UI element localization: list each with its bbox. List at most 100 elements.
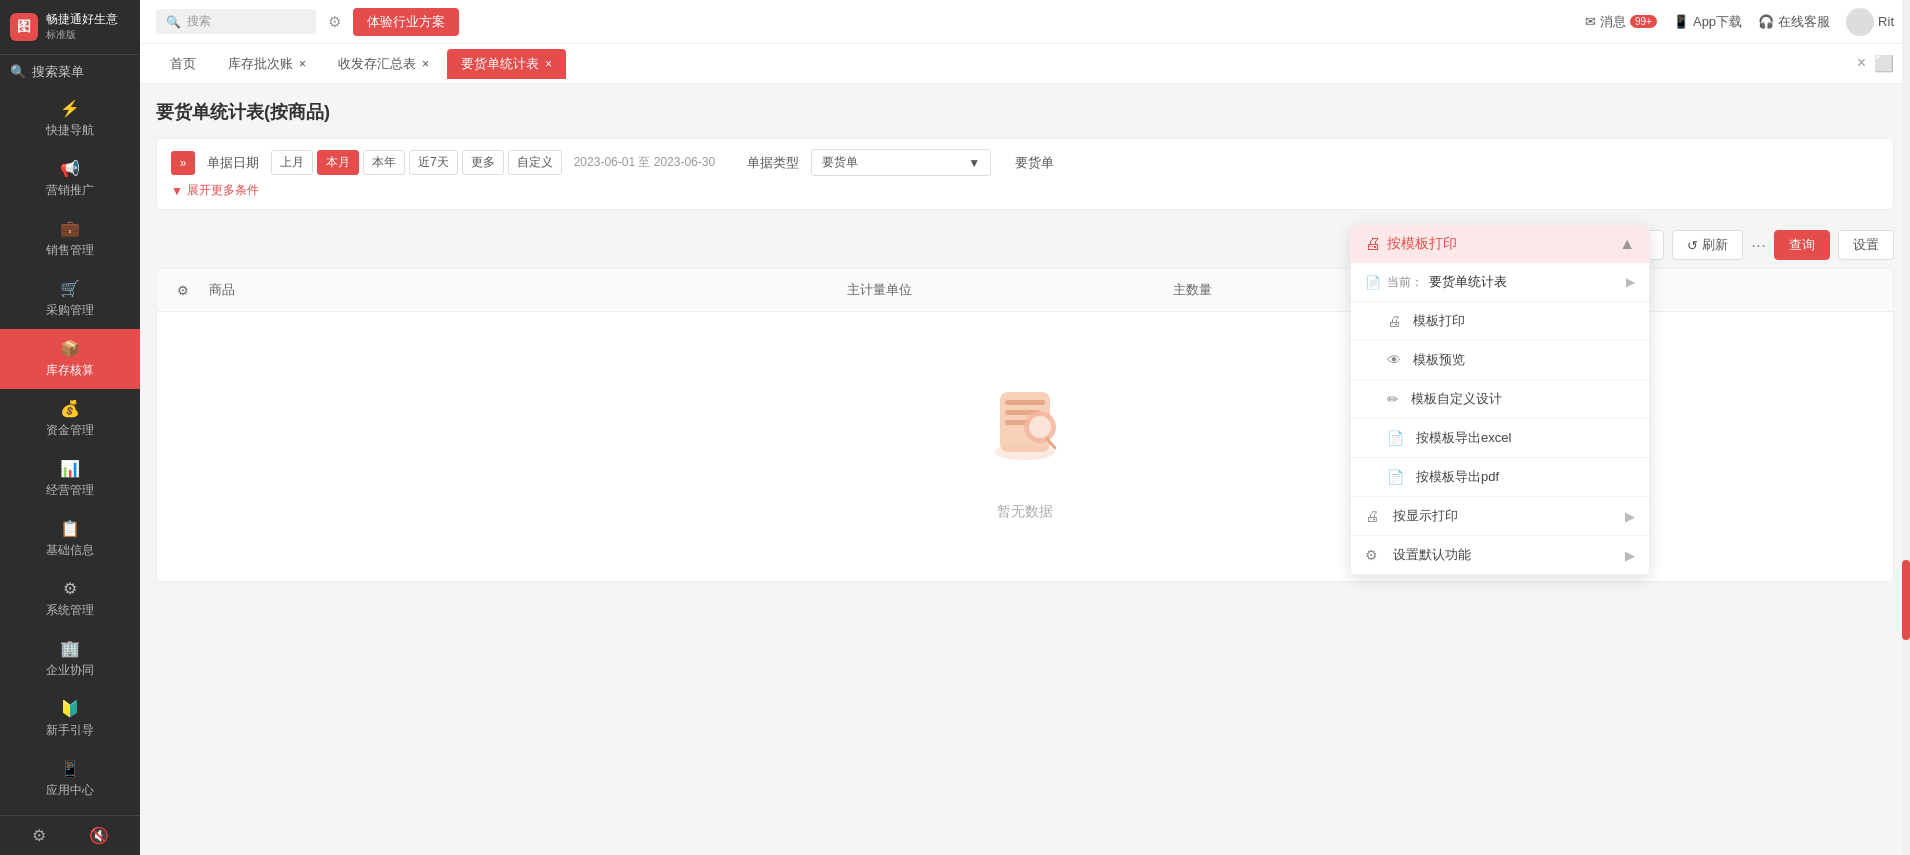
th-setting[interactable]: ⚙ — [169, 277, 201, 304]
sidebar-item-app-center[interactable]: 📱 应用中心 — [0, 749, 140, 809]
dropdown-item-template-print[interactable]: 🖨 模板打印 — [1351, 302, 1649, 341]
expand-more-button[interactable]: ▼ 展开更多条件 — [171, 182, 1879, 199]
user-name: Rit — [1878, 14, 1894, 29]
display-print-icon: 🖨 — [1365, 508, 1385, 524]
online-service-button[interactable]: 🎧 在线客服 — [1758, 13, 1830, 31]
trial-button[interactable]: 体验行业方案 — [353, 8, 459, 36]
template-custom-label: 模板自定义设计 — [1411, 390, 1502, 408]
sidebar-item-guide[interactable]: 🔰 新手引导 — [0, 689, 140, 749]
query-button[interactable]: 查询 — [1774, 230, 1830, 260]
window-close-button[interactable]: × — [1857, 54, 1866, 73]
expand-more-icon: ▼ — [171, 184, 183, 198]
export-excel-label: 按模板导出excel — [1416, 429, 1511, 447]
svg-point-6 — [1029, 416, 1051, 438]
sidebar-item-marketing[interactable]: 📢 营销推广 — [0, 149, 140, 209]
dots-button[interactable]: ··· — [1751, 235, 1766, 256]
logo-text-block: 畅捷通好生意 标准版 — [46, 12, 118, 42]
sidebar-nav: ⚡ 快捷导航 📢 营销推广 💼 销售管理 🛒 采购管理 📦 库存核算 💰 资金管… — [0, 89, 140, 815]
refresh-button[interactable]: ↺ 刷新 — [1672, 230, 1743, 260]
default-func-label: 设置默认功能 — [1393, 546, 1471, 564]
app-download-button[interactable]: 📱 App下载 — [1673, 13, 1742, 31]
refresh-label: 刷新 — [1702, 236, 1728, 254]
tab-home[interactable]: 首页 — [156, 49, 210, 79]
type-select[interactable]: 要货单 ▼ — [811, 149, 991, 176]
date-btn-more[interactable]: 更多 — [462, 150, 504, 175]
operation-label: 经营管理 — [46, 482, 94, 499]
online-service-label: 在线客服 — [1778, 13, 1830, 31]
app-download-icon: 📱 — [1673, 14, 1689, 29]
dropdown-print-icon: 🖨 — [1365, 235, 1381, 253]
tab-batch-account[interactable]: 库存批次账 × — [214, 49, 320, 79]
date-btn-this-year[interactable]: 本年 — [363, 150, 405, 175]
batch-account-close-icon[interactable]: × — [299, 58, 306, 70]
sidebar-item-operation[interactable]: 📊 经营管理 — [0, 449, 140, 509]
app-download-label: App下载 — [1693, 13, 1742, 31]
topbar-right: ✉ 消息 99+ 📱 App下载 🎧 在线客服 Rit — [1585, 8, 1894, 36]
quick-nav-label: 快捷导航 — [46, 122, 94, 139]
app-center-icon: 📱 — [60, 759, 80, 778]
search-icon: 🔍 — [10, 64, 26, 79]
sidebar-item-enterprise[interactable]: 🏢 企业协同 — [0, 629, 140, 689]
window-maximize-button[interactable]: ⬜ — [1874, 54, 1894, 73]
template-print-icon: 🖨 — [1387, 313, 1401, 329]
topbar-gear-icon[interactable]: ⚙ — [328, 13, 341, 31]
sidebar-item-quick-nav[interactable]: ⚡ 快捷导航 — [0, 89, 140, 149]
date-btn-last-month[interactable]: 上月 — [271, 150, 313, 175]
enterprise-label: 企业协同 — [46, 662, 94, 679]
sidebar-item-finance[interactable]: 💰 资金管理 — [0, 389, 140, 449]
default-func-icon: ⚙ — [1365, 547, 1385, 563]
app-name: 畅捷通好生意 — [46, 12, 118, 28]
order-stats-close-icon[interactable]: × — [545, 58, 552, 70]
mute-icon[interactable]: 🔇 — [89, 826, 109, 845]
tab-receipt-summary[interactable]: 收发存汇总表 × — [324, 49, 443, 79]
inventory-label: 库存核算 — [46, 362, 94, 379]
refresh-icon: ↺ — [1687, 238, 1698, 253]
dropdown-item-template-custom[interactable]: ✏ 模板自定义设计 — [1351, 380, 1649, 419]
order-stats-label: 要货单统计表 — [461, 55, 539, 73]
sidebar-search[interactable]: 🔍 搜索菜单 — [0, 55, 140, 89]
sidebar-item-system[interactable]: ⚙ 系统管理 — [0, 569, 140, 629]
date-btn-custom[interactable]: 自定义 — [508, 150, 562, 175]
settings-icon[interactable]: ⚙ — [32, 826, 46, 845]
setting-button[interactable]: 设置 — [1838, 230, 1894, 260]
template-print-label: 模板打印 — [1413, 312, 1465, 330]
message-badge: 99+ — [1630, 15, 1657, 28]
type-select-value: 要货单 — [822, 154, 858, 171]
sidebar-item-inventory[interactable]: 📦 库存核算 — [0, 329, 140, 389]
dropdown-item-default-func[interactable]: ⚙ 设置默认功能 ▶ — [1351, 536, 1649, 575]
dropdown-item-display-print[interactable]: 🖨 按显示打印 ▶ — [1351, 497, 1649, 536]
topbar-search[interactable]: 🔍 搜索 — [156, 9, 316, 34]
marketing-icon: 📢 — [60, 159, 80, 178]
empty-illustration — [975, 372, 1075, 491]
topbar-search-icon: 🔍 — [166, 15, 181, 29]
marketing-label: 营销推广 — [46, 182, 94, 199]
purchase-icon: 🛒 — [60, 279, 80, 298]
date-btn-this-month[interactable]: 本月 — [317, 150, 359, 175]
filter-expand-icon[interactable]: » — [171, 151, 195, 175]
dropdown-close-button[interactable]: ▲ — [1619, 235, 1635, 253]
print-dropdown: 🖨 按模板打印 ▲ 📄 当前： 要货单统计表 ▶ 🖨 模板打印 👁 模板预览 ✏ — [1350, 224, 1650, 576]
app-center-label: 应用中心 — [46, 782, 94, 799]
tab-bar: 首页 库存批次账 × 收发存汇总表 × 要货单统计表 × × ⬜ — [140, 44, 1910, 84]
app-badge: 标准版 — [46, 28, 118, 42]
message-button[interactable]: ✉ 消息 99+ — [1585, 13, 1657, 31]
message-label: 消息 — [1600, 13, 1626, 31]
dropdown-item-template-preview[interactable]: 👁 模板预览 — [1351, 341, 1649, 380]
dropdown-item-export-pdf[interactable]: 📄 按模板导出pdf — [1351, 458, 1649, 497]
guide-icon: 🔰 — [60, 699, 80, 718]
filter-bar: » 单据日期 上月 本月 本年 近7天 更多 自定义 2023-06-01 至 … — [156, 138, 1894, 210]
dropdown-item-export-excel[interactable]: 📄 按模板导出excel — [1351, 419, 1649, 458]
tab-order-stats[interactable]: 要货单统计表 × — [447, 49, 566, 79]
sidebar-item-sales[interactable]: 💼 销售管理 — [0, 209, 140, 269]
sidebar-item-basic-info[interactable]: 📋 基础信息 — [0, 509, 140, 569]
export-excel-icon: 📄 — [1387, 430, 1404, 446]
app-logo: 图 畅捷通好生意 标准版 — [0, 0, 140, 55]
topbar: 🔍 搜索 ⚙ 体验行业方案 ✉ 消息 99+ 📱 App下载 🎧 在线客服 Ri… — [140, 0, 1910, 44]
topbar-search-placeholder: 搜索 — [187, 13, 211, 30]
user-avatar-button[interactable]: Rit — [1846, 8, 1894, 36]
sidebar: 图 畅捷通好生意 标准版 🔍 搜索菜单 ⚡ 快捷导航 📢 营销推广 💼 销售管理… — [0, 0, 140, 855]
date-btn-7days[interactable]: 近7天 — [409, 150, 458, 175]
sidebar-item-purchase[interactable]: 🛒 采购管理 — [0, 269, 140, 329]
receipt-summary-close-icon[interactable]: × — [422, 58, 429, 70]
dropdown-current-item[interactable]: 📄 当前： 要货单统计表 ▶ — [1351, 263, 1649, 302]
